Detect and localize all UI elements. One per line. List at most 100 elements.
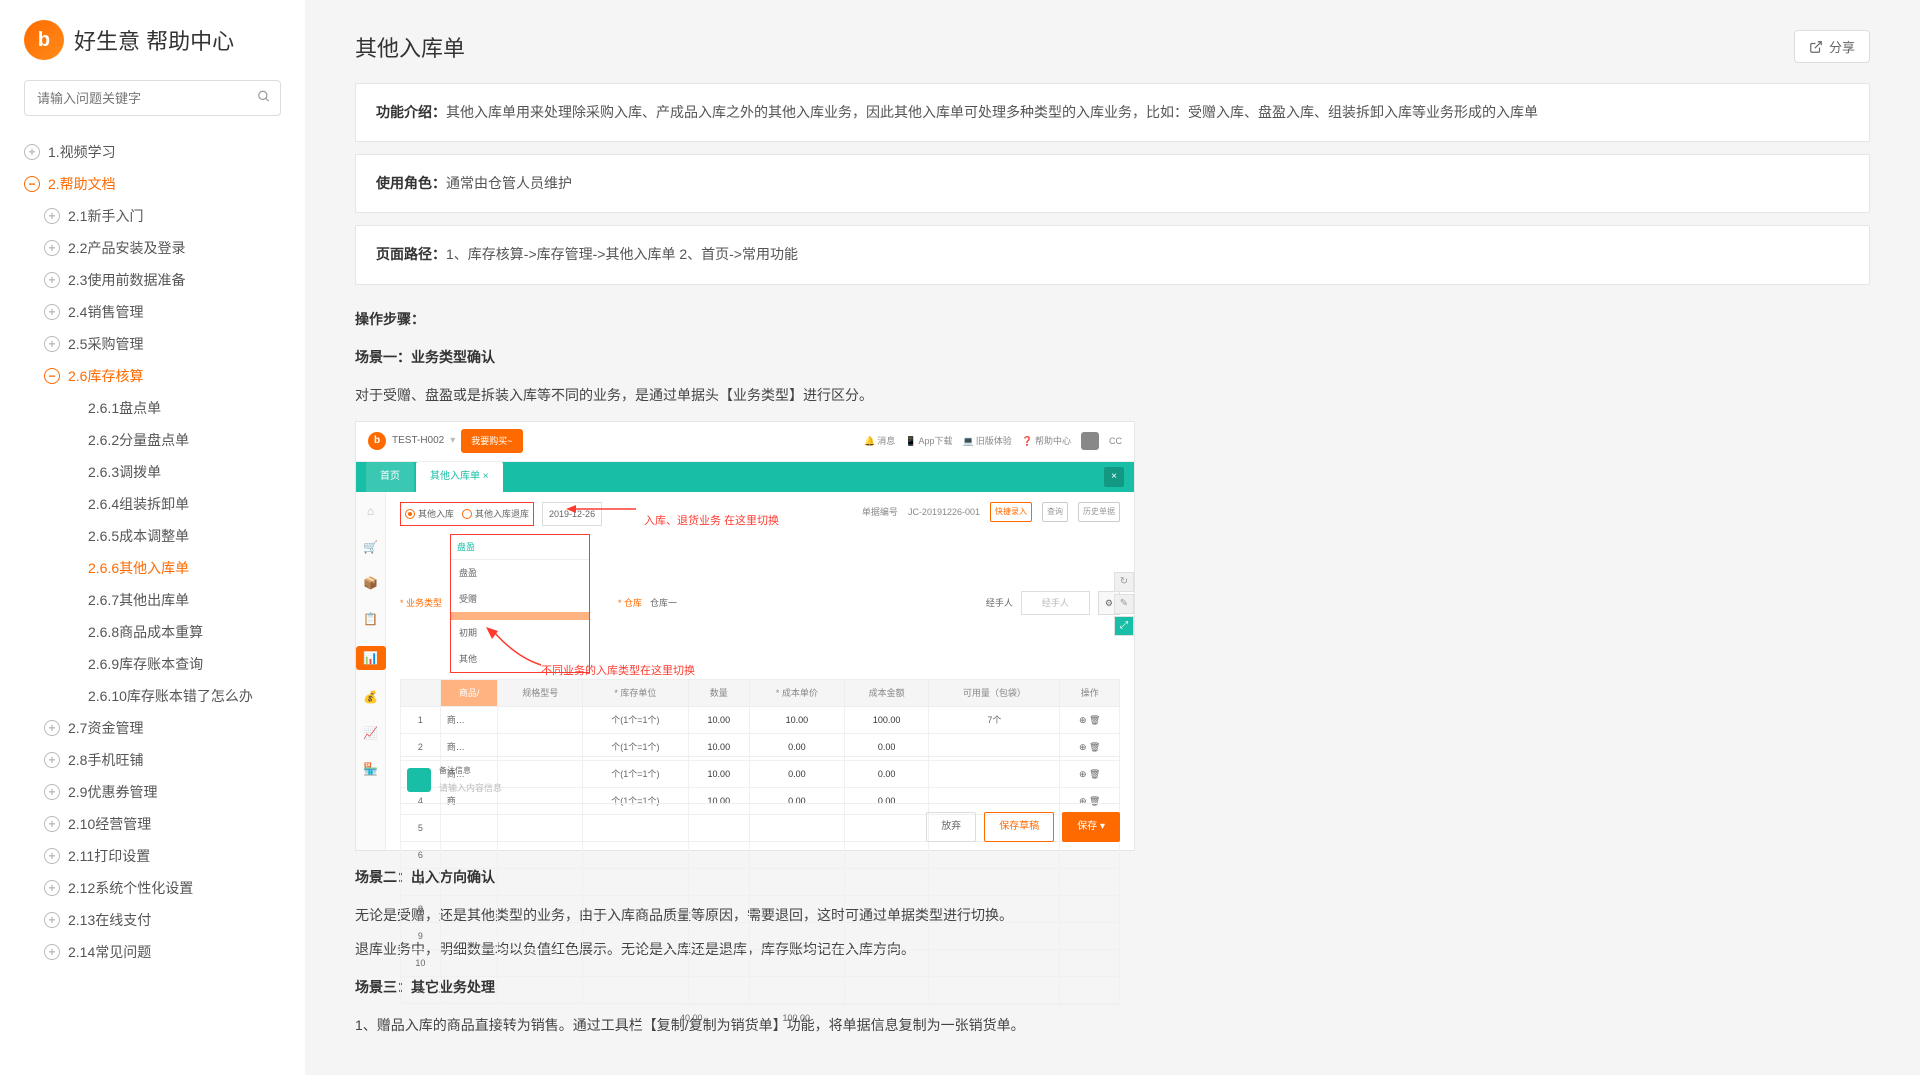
brand-text: 好生意 帮助中心 bbox=[74, 24, 234, 56]
share-label: 分享 bbox=[1829, 37, 1855, 56]
ss-dd-option: 受赠 bbox=[451, 586, 589, 612]
plus-icon: + bbox=[44, 944, 60, 960]
search bbox=[24, 80, 281, 116]
nav-tree: +1.视频学习 −2.帮助文档 +2.1新手入门 +2.2产品安装及登录 +2.… bbox=[24, 136, 281, 968]
logo-icon: b bbox=[24, 20, 64, 60]
ss-biztype-label: * 业务类型 bbox=[400, 594, 442, 612]
scenario-1-title: 场景一：业务类型确认 bbox=[355, 343, 1870, 371]
ss-logo-icon: b bbox=[368, 432, 386, 450]
ss-tag: 快捷录入 bbox=[990, 502, 1032, 522]
plus-icon: + bbox=[44, 208, 60, 224]
nav-item-24[interactable]: +2.4销售管理 bbox=[24, 296, 281, 328]
ss-right-toolbar: ↻ ✎ ⤢ bbox=[1114, 572, 1134, 636]
ss-close-icon: × bbox=[1104, 467, 1124, 487]
ss-topright: 🔔 消息 📱 App下载 💻 旧版体验 ❓ 帮助中心 CC bbox=[864, 432, 1122, 450]
ss-old-icon: 💻 旧版体验 bbox=[963, 432, 1012, 450]
ss-memo-icon bbox=[407, 768, 431, 792]
ss-bell-icon: 🔔 消息 bbox=[864, 432, 895, 450]
ss-tenant: TEST-H002 bbox=[392, 431, 444, 451]
ss-rail-doc-icon: 📋 bbox=[362, 610, 380, 628]
ss-discard-button: 放弃 bbox=[926, 812, 976, 842]
plus-icon: + bbox=[44, 304, 60, 320]
search-input[interactable] bbox=[24, 80, 281, 116]
ss-dd-option bbox=[451, 612, 589, 620]
main-content: 其他入库单 分享 功能介绍：其他入库单用来处理除采购入库、产成品入库之外的其他入… bbox=[305, 0, 1920, 1075]
ss-footer: 备注信息请输入内容信息 放弃 保存草稿 保存 ▾ bbox=[386, 748, 1134, 850]
ss-warehouse-label: * 仓库 bbox=[618, 594, 642, 612]
nav-item-22[interactable]: +2.2产品安装及登录 bbox=[24, 232, 281, 264]
nav-item-210[interactable]: +2.10经营管理 bbox=[24, 808, 281, 840]
page-header: 其他入库单 分享 bbox=[355, 30, 1870, 63]
ss-save-button: 保存 ▾ bbox=[1062, 812, 1120, 842]
plus-icon: + bbox=[44, 336, 60, 352]
info-role: 使用角色：通常由仓管人员维护 bbox=[355, 154, 1870, 213]
ss-rail-active-icon: 📊 bbox=[356, 646, 386, 670]
ss-rail-money-icon: 💰 bbox=[362, 688, 380, 706]
nav-item-212[interactable]: +2.12系统个性化设置 bbox=[24, 872, 281, 904]
table-row: 8 bbox=[401, 895, 1120, 922]
nav-item-266[interactable]: 2.6.6其他入库单 bbox=[24, 552, 281, 584]
plus-icon: + bbox=[44, 752, 60, 768]
plus-icon: + bbox=[44, 720, 60, 736]
plus-icon: + bbox=[44, 272, 60, 288]
nav-item-26[interactable]: −2.6库存核算 bbox=[24, 360, 281, 392]
plus-icon: + bbox=[24, 144, 40, 160]
scenario-1-text: 对于受赠、盘盈或是拆装入库等不同的业务，是通过单据头【业务类型】进行区分。 bbox=[355, 381, 1870, 409]
info-intro: 功能介绍：其他入库单用来处理除采购入库、产成品入库之外的其他入库业务，因此其他入… bbox=[355, 83, 1870, 142]
ss-avatar-icon bbox=[1081, 432, 1099, 450]
ss-rail-home-icon: ⌂ bbox=[362, 502, 380, 520]
ss-rail-box-icon: 📦 bbox=[362, 574, 380, 592]
ss-app-icon: 📱 App下载 bbox=[905, 432, 952, 450]
ss-rail-cart-icon: 🛒 bbox=[362, 538, 380, 556]
share-button[interactable]: 分享 bbox=[1794, 30, 1870, 63]
plus-icon: + bbox=[44, 784, 60, 800]
nav-item-help-docs[interactable]: −2.帮助文档 bbox=[24, 168, 281, 200]
nav-item-264[interactable]: 2.6.4组装拆卸单 bbox=[24, 488, 281, 520]
nav-item-2610[interactable]: 2.6.10库存账本错了怎么办 bbox=[24, 680, 281, 712]
ss-rail-shop-icon: 🏪 bbox=[362, 760, 380, 778]
plus-icon: + bbox=[44, 880, 60, 896]
embedded-screenshot: b TEST-H002 ▾ 我要购买~ 🔔 消息 📱 App下载 💻 旧版体验 … bbox=[355, 421, 1135, 851]
article-content: 操作步骤： 场景一：业务类型确认 对于受赠、盘盈或是拆装入库等不同的业务，是通过… bbox=[355, 305, 1870, 1039]
ss-tag: 历史单据 bbox=[1078, 502, 1120, 522]
nav-item-214[interactable]: +2.14常见问题 bbox=[24, 936, 281, 968]
plus-icon: + bbox=[44, 848, 60, 864]
nav-item-21[interactable]: +2.1新手入门 bbox=[24, 200, 281, 232]
plus-icon: + bbox=[44, 816, 60, 832]
nav-item-267[interactable]: 2.6.7其他出库单 bbox=[24, 584, 281, 616]
nav-item-29[interactable]: +2.9优惠券管理 bbox=[24, 776, 281, 808]
nav-item-268[interactable]: 2.6.8商品成本重算 bbox=[24, 616, 281, 648]
ss-upgrade-button: 我要购买~ bbox=[461, 429, 522, 453]
nav-item-262[interactable]: 2.6.2分量盘点单 bbox=[24, 424, 281, 456]
nav-item-28[interactable]: +2.8手机旺铺 bbox=[24, 744, 281, 776]
table-row: 9 bbox=[401, 922, 1120, 949]
nav-item-25[interactable]: +2.5采购管理 bbox=[24, 328, 281, 360]
table-row: 7 bbox=[401, 868, 1120, 895]
ss-totals: 40.00100.00 bbox=[680, 1004, 1120, 1031]
ss-topbar: b TEST-H002 ▾ 我要购买~ 🔔 消息 📱 App下载 💻 旧版体验 … bbox=[356, 422, 1134, 462]
ss-annotation-1: 入库、退货业务 在这里切换 bbox=[644, 510, 779, 532]
nav-item-211[interactable]: +2.11打印设置 bbox=[24, 840, 281, 872]
ss-handler-field: 经手人 bbox=[1021, 591, 1090, 615]
ss-rail-chart-icon: 📈 bbox=[362, 724, 380, 742]
info-path: 页面路径：1、库存核算->库存管理->其他入库单 2、首页->常用功能 bbox=[355, 225, 1870, 284]
sidebar: b 好生意 帮助中心 +1.视频学习 −2.帮助文档 +2.1新手入门 +2.2… bbox=[0, 0, 305, 1075]
table-row: 10 bbox=[401, 949, 1120, 976]
minus-icon: − bbox=[24, 176, 40, 192]
ss-tool-icon: ↻ bbox=[1114, 572, 1134, 592]
nav-item-263[interactable]: 2.6.3调拨单 bbox=[24, 456, 281, 488]
ss-dd-option: 盘盈 bbox=[451, 560, 589, 586]
nav-item-27[interactable]: +2.7资金管理 bbox=[24, 712, 281, 744]
ss-tab-doc: 其他入库单 × bbox=[416, 462, 503, 492]
ss-tab-home: 首页 bbox=[366, 462, 414, 492]
nav-item-213[interactable]: +2.13在线支付 bbox=[24, 904, 281, 936]
nav-item-video[interactable]: +1.视频学习 bbox=[24, 136, 281, 168]
ss-warehouse-val: 仓库一 bbox=[650, 594, 677, 612]
nav-item-23[interactable]: +2.3使用前数据准备 bbox=[24, 264, 281, 296]
nav-item-265[interactable]: 2.6.5成本调整单 bbox=[24, 520, 281, 552]
nav-item-269[interactable]: 2.6.9库存账本查询 bbox=[24, 648, 281, 680]
nav-item-261[interactable]: 2.6.1盘点单 bbox=[24, 392, 281, 424]
ss-help-icon: ❓ 帮助中心 bbox=[1022, 432, 1071, 450]
search-icon[interactable] bbox=[257, 90, 271, 107]
ss-left-rail: ⌂ 🛒 📦 📋 📊 💰 📈 🏪 bbox=[356, 492, 386, 850]
